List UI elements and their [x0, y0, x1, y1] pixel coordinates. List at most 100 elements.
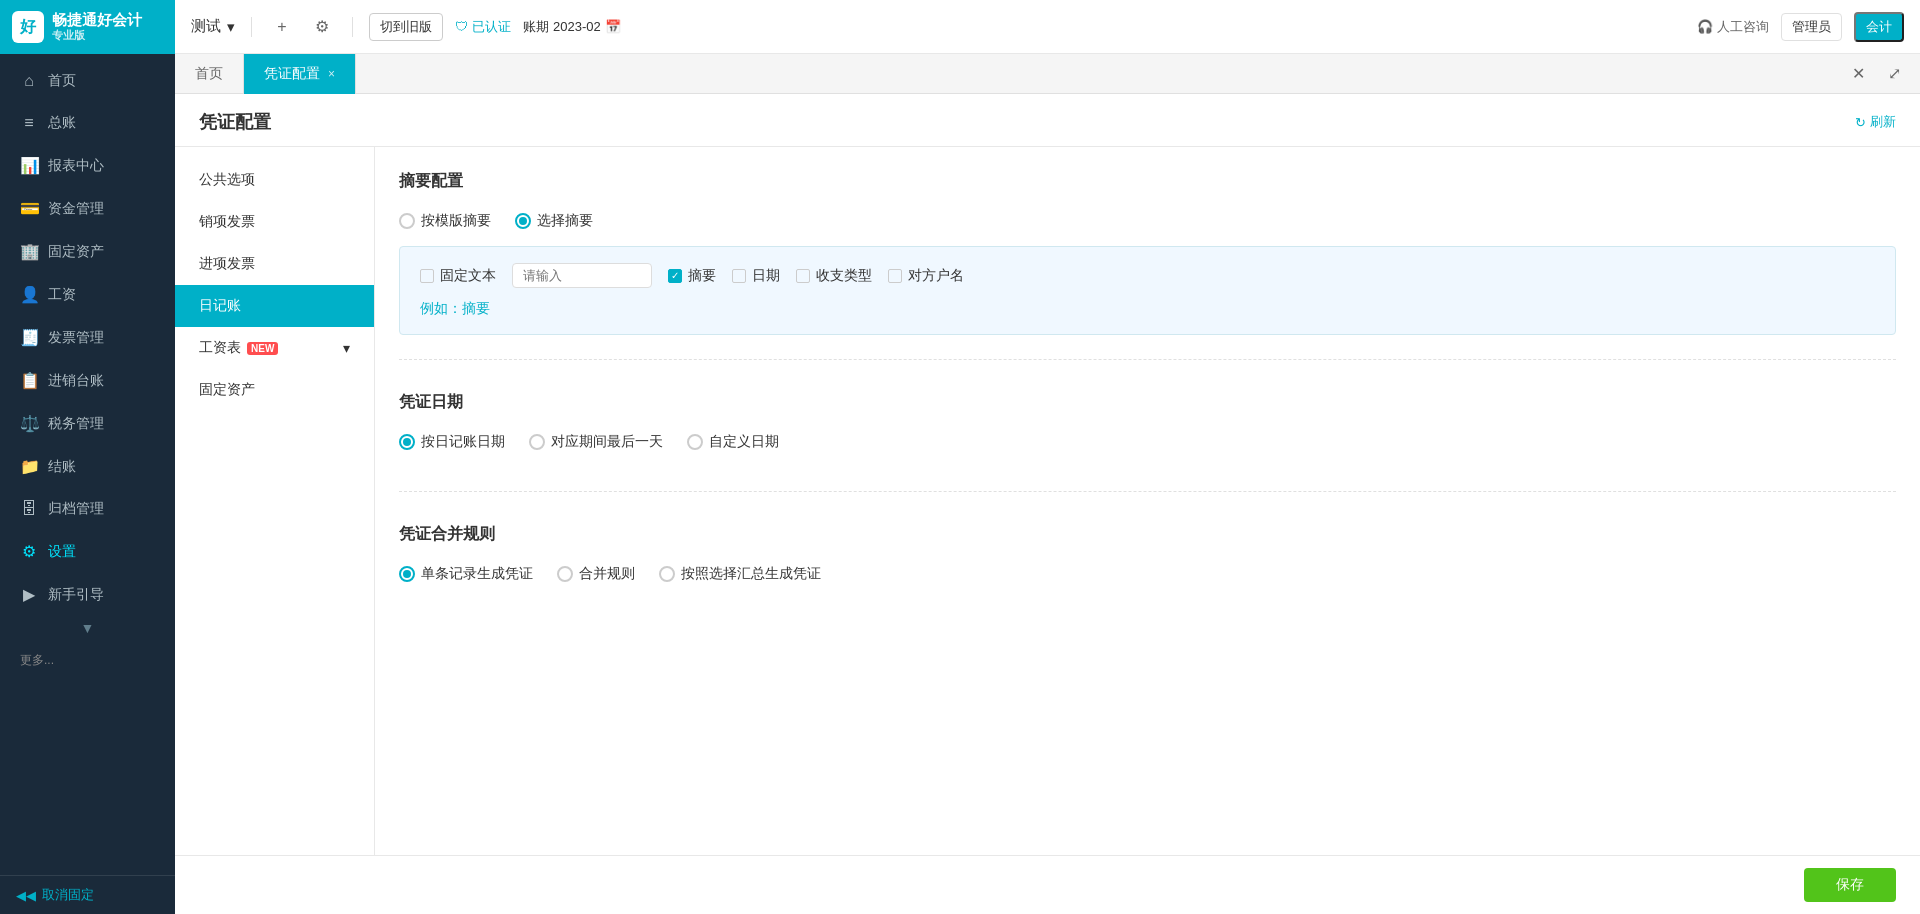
content-header: 凭证配置 ↻ 刷新: [175, 94, 1920, 147]
refresh-btn[interactable]: ↻ 刷新: [1855, 113, 1896, 131]
sidebar-item-label: 总账: [48, 114, 76, 132]
checkbox-counterpart-name[interactable]: 对方户名: [888, 267, 964, 285]
tab-expand-btn[interactable]: ⤢: [1880, 60, 1908, 88]
sidebar-item-report[interactable]: 📊 报表中心: [0, 144, 175, 187]
add-company-btn[interactable]: +: [268, 13, 296, 41]
radio-custom-date[interactable]: 自定义日期: [687, 433, 779, 451]
headset-icon: 🎧: [1697, 19, 1713, 34]
checkbox-fixed-text[interactable]: 固定文本: [420, 267, 496, 285]
checkbox-counterpart-box: [888, 269, 902, 283]
tab-home[interactable]: 首页: [175, 54, 244, 94]
tabbar: 首页 凭证配置 × ✕ ⤢: [175, 54, 1920, 94]
checkbox-fixed-text-label: 固定文本: [440, 267, 496, 285]
service-btn[interactable]: 🎧 人工咨询: [1697, 18, 1769, 36]
left-nav-public-label: 公共选项: [199, 171, 255, 189]
tab-voucher-config[interactable]: 凭证配置 ×: [244, 54, 356, 94]
settings-btn[interactable]: ⚙: [308, 13, 336, 41]
sidebar-item-label: 资金管理: [48, 200, 104, 218]
sidebar-item-archive[interactable]: 🗄 归档管理: [0, 488, 175, 530]
company-selector[interactable]: 测试 ▾: [191, 17, 235, 36]
radio-template-circle: [399, 213, 415, 229]
asset-icon: 🏢: [20, 242, 38, 261]
left-nav-payroll-label: 工资表 NEW: [199, 339, 278, 357]
topbar-divider-1: [251, 17, 252, 37]
sidebar-item-more[interactable]: 更多...: [0, 640, 175, 681]
right-content: 摘要配置 按模版摘要 选择摘要: [375, 147, 1920, 855]
left-nav-public[interactable]: 公共选项: [175, 159, 374, 201]
sidebar-logo: 好 畅捷通好会计 专业版: [0, 0, 175, 54]
radio-period-last-day[interactable]: 对应期间最后一天: [529, 433, 663, 451]
tabbar-actions: ✕ ⤢: [1844, 60, 1920, 88]
sidebar-item-capital[interactable]: 💳 资金管理: [0, 187, 175, 230]
checkbox-date[interactable]: 日期: [732, 267, 780, 285]
company-name: 测试: [191, 17, 221, 36]
logo-subtitle: 专业版: [52, 29, 142, 42]
example-prefix: 例如：: [420, 300, 462, 316]
payroll-icon: 👤: [20, 285, 38, 304]
sidebar-item-label: 设置: [48, 543, 76, 561]
page-title: 凭证配置: [199, 110, 271, 134]
sidebar-item-label: 固定资产: [48, 243, 104, 261]
radio-template-label: 按模版摘要: [421, 212, 491, 230]
save-button[interactable]: 保存: [1804, 868, 1896, 902]
sidebar-item-label: 发票管理: [48, 329, 104, 347]
date-title: 凭证日期: [399, 392, 1896, 413]
sidebar-item-home[interactable]: ⌂ 首页: [0, 60, 175, 102]
sidebar-item-ledger[interactable]: ≡ 总账: [0, 102, 175, 144]
left-nav-fixed-asset-label: 固定资产: [199, 381, 255, 399]
checkbox-summary[interactable]: ✓ 摘要: [668, 267, 716, 285]
certified-status: 🛡 已认证: [455, 18, 511, 36]
sidebar-item-payroll[interactable]: 👤 工资: [0, 273, 175, 316]
sidebar-item-guide[interactable]: ▶ 新手引导: [0, 573, 175, 616]
radio-diary-date[interactable]: 按日记账日期: [399, 433, 505, 451]
sidebar-scroll-down[interactable]: ▼: [0, 616, 175, 640]
radio-aggregate[interactable]: 按照选择汇总生成凭证: [659, 565, 821, 583]
capital-icon: 💳: [20, 199, 38, 218]
tab-close-btn[interactable]: ✕: [1844, 60, 1872, 88]
left-nav-sales-invoice[interactable]: 销项发票: [175, 201, 374, 243]
fixed-text-input[interactable]: [512, 263, 652, 288]
unpin-icon: ◀◀: [16, 888, 36, 903]
radio-merge-rule-label: 合并规则: [579, 565, 635, 583]
sidebar-item-label: 工资: [48, 286, 76, 304]
checkbox-payment-type[interactable]: 收支类型: [796, 267, 872, 285]
date-radio-group: 按日记账日期 对应期间最后一天 自定义日期: [399, 433, 1896, 451]
left-nav-payroll[interactable]: 工资表 NEW ▾: [175, 327, 374, 369]
tab-home-label: 首页: [195, 65, 223, 83]
main-area: 测试 ▾ + ⚙ 切到旧版 🛡 已认证 账期 2023-02 📅 🎧 人工咨询 …: [175, 0, 1920, 914]
accountant-btn[interactable]: 会计: [1854, 12, 1904, 42]
checkbox-fixed-text-box: [420, 269, 434, 283]
sidebar-item-invoice[interactable]: 🧾 发票管理: [0, 316, 175, 359]
switch-old-version-btn[interactable]: 切到旧版: [369, 13, 443, 41]
user-btn[interactable]: 管理员: [1781, 13, 1842, 41]
left-nav-fixed-asset[interactable]: 固定资产: [175, 369, 374, 411]
radio-aggregate-circle: [659, 566, 675, 582]
left-nav-sales-invoice-label: 销项发票: [199, 213, 255, 231]
sidebar-item-closeaccount[interactable]: 📁 结账: [0, 445, 175, 488]
period-display: 账期 2023-02 📅: [523, 18, 621, 36]
radio-template-summary[interactable]: 按模版摘要: [399, 212, 491, 230]
sidebar: 好 畅捷通好会计 专业版 ⌂ 首页 ≡ 总账 📊 报表中心 💳 资金管理 🏢 固…: [0, 0, 175, 914]
topbar: 测试 ▾ + ⚙ 切到旧版 🛡 已认证 账期 2023-02 📅 🎧 人工咨询 …: [175, 0, 1920, 54]
sidebar-item-sales[interactable]: 📋 进销台账: [0, 359, 175, 402]
refresh-icon: ↻: [1855, 115, 1866, 130]
sidebar-item-asset[interactable]: 🏢 固定资产: [0, 230, 175, 273]
inner-layout: 公共选项 销项发票 进项发票 日记账 工资表 NEW ▾: [175, 147, 1920, 855]
left-nav-purchase-invoice[interactable]: 进项发票: [175, 243, 374, 285]
summary-radio-group: 按模版摘要 选择摘要: [399, 212, 1896, 230]
left-nav: 公共选项 销项发票 进项发票 日记账 工资表 NEW ▾: [175, 147, 375, 855]
example-text: 例如：摘要: [420, 300, 1875, 318]
tab-close-icon[interactable]: ×: [328, 67, 335, 81]
sidebar-cancel-pin[interactable]: ◀◀ 取消固定: [0, 875, 175, 914]
left-nav-diary[interactable]: 日记账: [175, 285, 374, 327]
settings-icon: ⚙: [20, 542, 38, 561]
date-section: 凭证日期 按日记账日期 对应期间最后一天 自定义日期: [399, 392, 1896, 492]
radio-single-record[interactable]: 单条记录生成凭证: [399, 565, 533, 583]
radio-select-summary[interactable]: 选择摘要: [515, 212, 593, 230]
sidebar-item-tax[interactable]: ⚖️ 税务管理: [0, 402, 175, 445]
sidebar-item-settings[interactable]: ⚙ 设置: [0, 530, 175, 573]
radio-single-record-label: 单条记录生成凭证: [421, 565, 533, 583]
company-dropdown-icon: ▾: [227, 18, 235, 36]
logo-title: 畅捷通好会计: [52, 11, 142, 29]
radio-merge-rule[interactable]: 合并规则: [557, 565, 635, 583]
